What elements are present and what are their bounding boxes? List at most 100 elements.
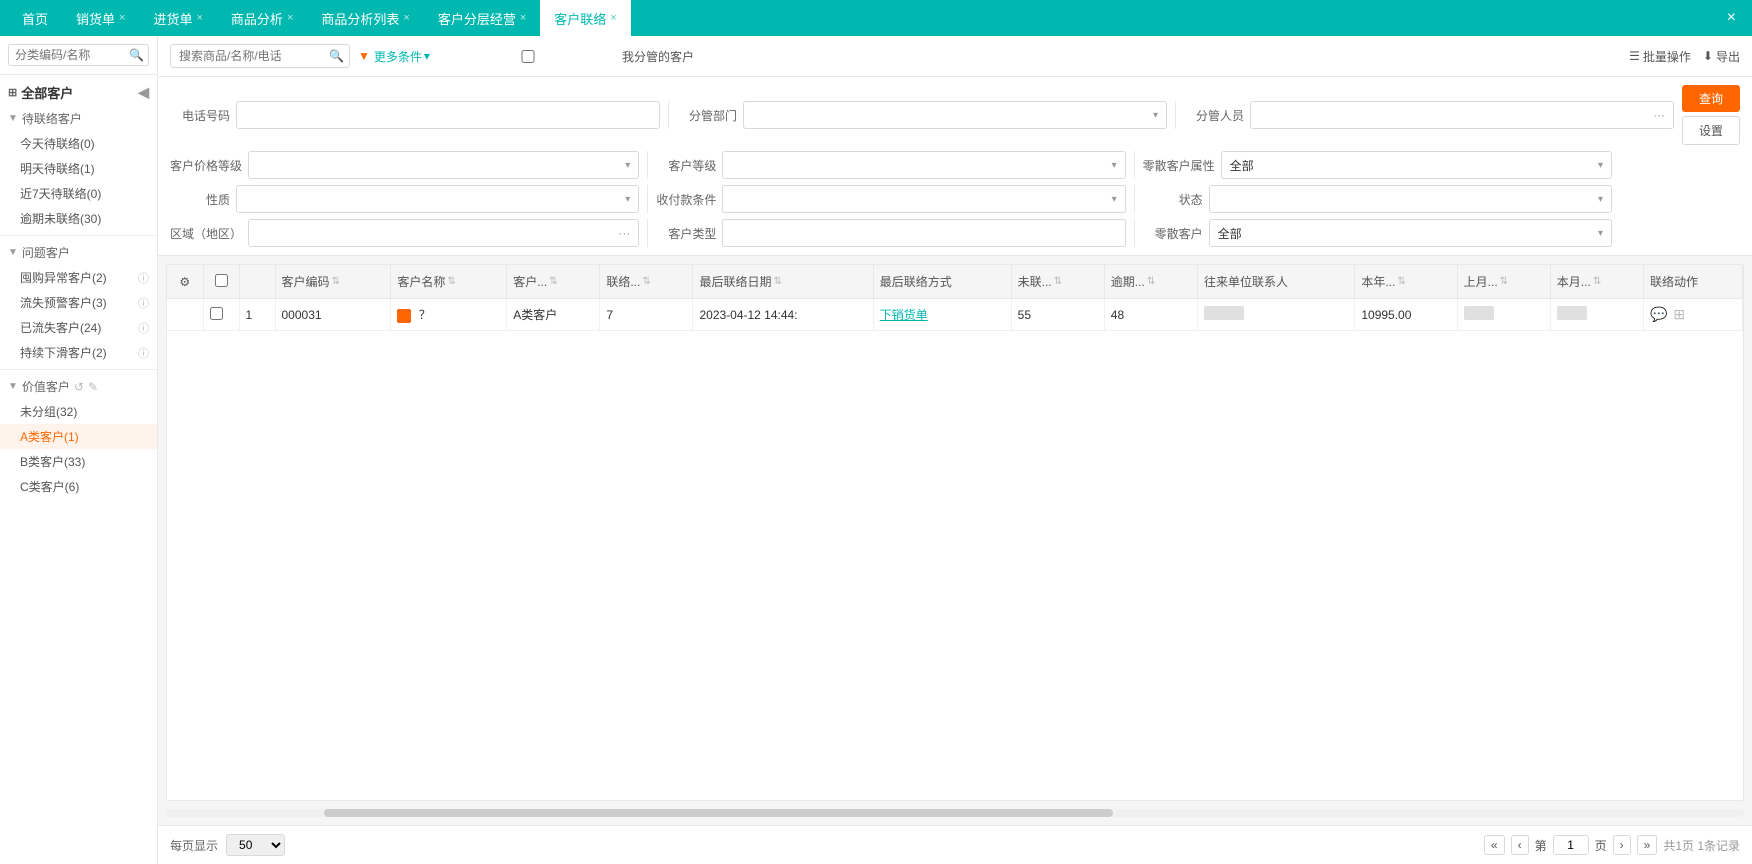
tab-close-0[interactable]: × [119, 12, 125, 24]
filter-field-status: 状态 ▾ [1143, 185, 1612, 213]
nav-tab-4[interactable]: 客户分层经营 × [424, 0, 540, 36]
th-code[interactable]: 客户编码 ⇅ [275, 265, 391, 299]
last-page-btn[interactable]: » [1637, 835, 1658, 855]
sidebar-search-input[interactable] [8, 44, 149, 66]
price-level-select[interactable]: ▾ [248, 151, 639, 179]
sidebar-item-overdue[interactable]: 逾期未联络(30) [0, 206, 157, 231]
price-level-label: 客户价格等级 [170, 157, 242, 174]
th-lastdate[interactable]: 最后联络日期 ⇅ [693, 265, 873, 299]
nature-select[interactable]: ▾ [236, 185, 639, 213]
category-col-label: 客户... ⇅ [513, 273, 557, 290]
prev-page-btn[interactable]: ‹ [1511, 835, 1529, 855]
nav-home[interactable]: 首页 [8, 0, 62, 36]
nav-tab-1[interactable]: 进货单 × [139, 0, 216, 36]
lastmethod-value[interactable]: 下销货单 [880, 308, 928, 322]
today-label: 今天待联络(0) [20, 135, 95, 152]
my-customers-checkbox[interactable] [438, 50, 618, 63]
horizontal-scrollbar[interactable] [166, 809, 1744, 817]
divider-f2 [1175, 101, 1176, 129]
status-select[interactable]: ▾ [1209, 185, 1612, 213]
sidebar-collapse-btn[interactable]: ◀ [138, 84, 149, 101]
export-btn[interactable]: ⬇ 导出 [1703, 48, 1740, 65]
td-checkbox[interactable] [203, 299, 239, 331]
sidebar-item-ungroup[interactable]: 未分组(32) [0, 399, 157, 424]
th-category[interactable]: 客户... ⇅ [507, 265, 600, 299]
td-name[interactable]: ？ [391, 299, 507, 331]
nav-tab-2[interactable]: 商品分析 × [217, 0, 307, 36]
tab-close-1[interactable]: × [196, 12, 202, 24]
sidebar-item-churned[interactable]: 已流失客户(24) ⓘ [0, 315, 157, 340]
retail-attr-chevron: ▾ [1598, 160, 1603, 171]
cust-level-select[interactable]: ▾ [722, 151, 1125, 179]
td-actions: 💬 ⊞ [1643, 299, 1742, 331]
search-input[interactable] [170, 44, 350, 68]
batch-op-btn[interactable]: ☰ 批量操作 [1629, 48, 1691, 65]
th-unit-contact[interactable]: 往来单位联系人 [1197, 265, 1354, 299]
payment-select[interactable]: ▾ [722, 185, 1125, 213]
filter-field-nature: 性质 ▾ [170, 185, 639, 213]
first-page-btn[interactable]: « [1484, 835, 1505, 855]
th-thismonth[interactable]: 本月... ⇅ [1550, 265, 1643, 299]
overdue-col-label: 逾期... ⇅ [1111, 273, 1155, 290]
tab-close-3[interactable]: × [403, 12, 409, 24]
qrcode-action-icon[interactable]: ⊞ [1673, 306, 1685, 323]
sidebar-group-pending[interactable]: ▼ 待联络客户 [0, 106, 157, 131]
nav-tab-3[interactable]: 商品分析列表 × [307, 0, 423, 36]
th-overdue[interactable]: 逾期... ⇅ [1104, 265, 1197, 299]
phone-input[interactable] [236, 101, 660, 129]
name-col-label: 客户名称 ⇅ [397, 273, 455, 290]
settings-btn[interactable]: 设置 [1682, 116, 1740, 145]
person-select[interactable]: ··· [1250, 101, 1674, 129]
comment-action-icon[interactable]: 💬 [1650, 306, 1667, 323]
sidebar-item-a-class[interactable]: A类客户(1) [0, 424, 157, 449]
td-thisyear: 10995.00 [1355, 299, 1457, 331]
tab-close-2[interactable]: × [287, 12, 293, 24]
th-notcontacted[interactable]: 未联... ⇅ [1011, 265, 1104, 299]
td-seq: 1 [239, 299, 275, 331]
select-all-checkbox[interactable] [215, 274, 228, 287]
cust-type-input[interactable] [722, 219, 1125, 247]
th-name[interactable]: 客户名称 ⇅ [391, 265, 507, 299]
total-label: 共1页 1条记录 [1663, 837, 1740, 854]
person-label: 分管人员 [1184, 107, 1244, 124]
sidebar-item-declining[interactable]: 持续下滑客户(2) ⓘ [0, 340, 157, 365]
retail-attr-select[interactable]: 全部 ▾ [1221, 151, 1612, 179]
my-customers-checkbox-label[interactable]: 我分管的客户 [438, 48, 694, 65]
retail-cust-select[interactable]: 全部 ▾ [1209, 219, 1612, 247]
divider-f8 [1134, 219, 1135, 247]
tab-close-4[interactable]: × [520, 12, 526, 24]
query-btn[interactable]: 查询 [1682, 85, 1740, 112]
nav-tab-5[interactable]: 客户联络 × [540, 0, 630, 36]
dept-label: 分管部门 [677, 107, 737, 124]
per-page-select[interactable]: 50 100 200 [226, 834, 285, 856]
sidebar-item-hoard[interactable]: 囤购异常客户(2) ⓘ [0, 265, 157, 290]
th-settings[interactable]: ⚙ [167, 265, 203, 299]
sidebar-group-value[interactable]: ▼ 价值客户 ↺ ✎ [0, 374, 157, 399]
th-thisyear[interactable]: 本年... ⇅ [1355, 265, 1457, 299]
tab-close-5[interactable]: × [610, 12, 616, 24]
problem-group-label: 问题客户 [22, 244, 70, 261]
more-filters-btn[interactable]: ▼ 更多条件 ▾ [358, 48, 430, 65]
row-checkbox[interactable] [210, 307, 223, 320]
th-checkbox[interactable] [203, 265, 239, 299]
value-group-edit[interactable]: ✎ [88, 380, 98, 394]
th-lastmonth[interactable]: 上月... ⇅ [1457, 265, 1550, 299]
sidebar-item-c-class[interactable]: C类客户(6) [0, 474, 157, 499]
close-all-button[interactable]: × [1719, 9, 1744, 27]
th-contact[interactable]: 联络... ⇅ [600, 265, 693, 299]
th-lastmethod[interactable]: 最后联络方式 [873, 265, 1011, 299]
value-group-refresh[interactable]: ↺ [74, 380, 84, 394]
sidebar-group-problem[interactable]: ▼ 问题客户 [0, 240, 157, 265]
dept-select[interactable]: ▾ [743, 101, 1167, 129]
sidebar-item-today[interactable]: 今天待联络(0) [0, 131, 157, 156]
scrollbar-thumb[interactable] [324, 809, 1113, 817]
page-number-input[interactable] [1553, 835, 1589, 855]
td-lastmethod[interactable]: 下销货单 [873, 299, 1011, 331]
next-page-btn[interactable]: › [1613, 835, 1631, 855]
sidebar-item-b-class[interactable]: B类客户(33) [0, 449, 157, 474]
sidebar-item-tomorrow[interactable]: 明天待联络(1) [0, 156, 157, 181]
region-select[interactable]: ··· [248, 219, 639, 247]
sidebar-item-7days[interactable]: 近7天待联络(0) [0, 181, 157, 206]
sidebar-item-churn-warn[interactable]: 流失预警客户(3) ⓘ [0, 290, 157, 315]
nav-tab-0[interactable]: 销货单 × [62, 0, 139, 36]
